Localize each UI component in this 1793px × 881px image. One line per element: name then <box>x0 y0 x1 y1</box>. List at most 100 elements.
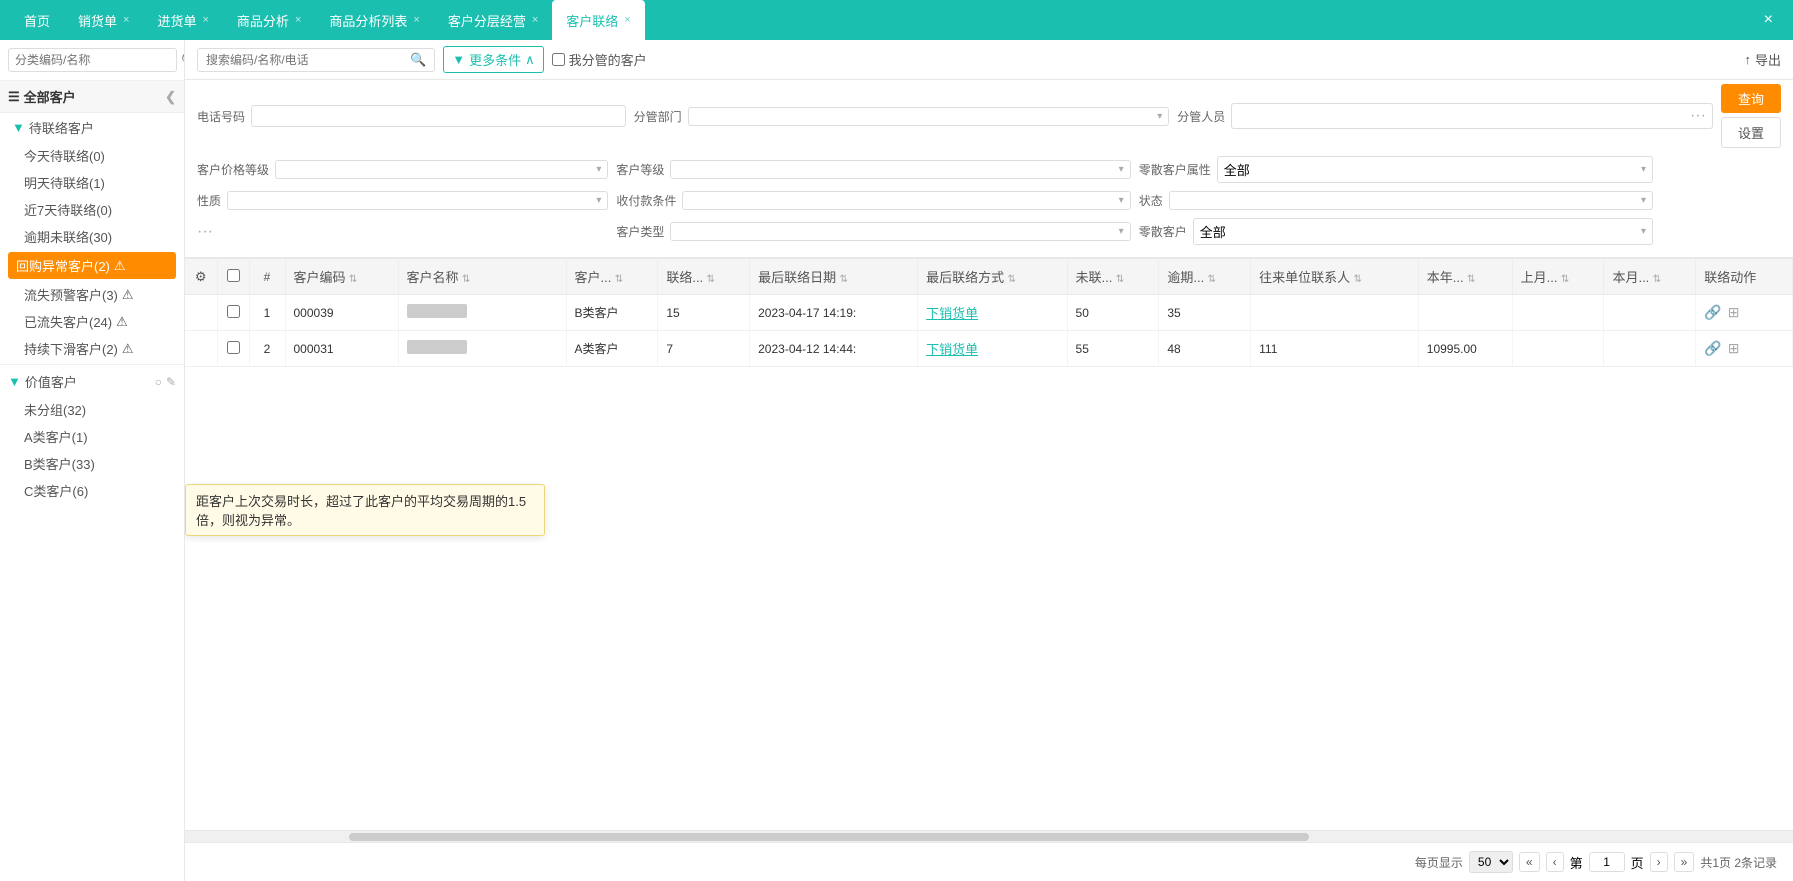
close-icon[interactable]: × <box>202 14 208 26</box>
close-icon[interactable]: × <box>295 14 301 26</box>
next-page-button[interactable]: › <box>1650 852 1668 872</box>
page-input[interactable] <box>1589 852 1625 872</box>
value-customer-group[interactable]: ▼ 价值客户 ○ ✎ <box>0 367 184 396</box>
sidebar-item-today[interactable]: 今天待联络(0) <box>0 142 184 169</box>
per-page-select[interactable]: 50 <box>1469 851 1513 873</box>
sidebar-item-7days[interactable]: 近7天待联络(0) <box>0 196 184 223</box>
more-icon[interactable]: ··· <box>1690 107 1706 125</box>
row2-name-masked <box>407 340 467 354</box>
all-customers-header[interactable]: ☰ 全部客户 ❮ <box>0 81 184 113</box>
chevron-down-icon: ▾ <box>1641 195 1646 206</box>
close-icon[interactable]: × <box>123 14 129 26</box>
row1-name <box>398 295 566 331</box>
table-header-row: ⚙ # 客户编码 ⇅ 客户名称 ⇅ <box>185 259 1793 295</box>
customer-grade-select[interactable]: ▾ <box>670 160 1130 179</box>
sidebar-item-continuous-down[interactable]: 持续下滑客户(2) ⚠ <box>0 335 184 362</box>
sidebar-item-tomorrow[interactable]: 明天待联络(1) <box>0 169 184 196</box>
sidebar-collapse-icon[interactable]: ❮ <box>165 89 176 105</box>
nav-tab-home[interactable]: 首页 <box>10 0 64 40</box>
payment-select[interactable]: ▾ <box>682 191 1130 210</box>
sidebar-item-lost[interactable]: 已流失客户(24) ⚠ <box>0 308 184 335</box>
col-num-header: # <box>249 259 285 295</box>
chevron-down-icon: ▾ <box>1641 164 1646 175</box>
row2-last-way-link[interactable]: 下销货单 <box>926 342 978 357</box>
pending-contact-group[interactable]: ▼ 待联络客户 <box>0 113 184 142</box>
row1-checkbox[interactable] <box>227 305 240 318</box>
first-page-button[interactable]: « <box>1519 852 1540 872</box>
sort-icon: ⇅ <box>839 274 847 285</box>
scatter-select[interactable]: 全部 ▾ <box>1193 218 1653 245</box>
col-last-contact-way-header[interactable]: 最后联络方式 ⇅ <box>918 259 1067 295</box>
prev-page-button[interactable]: ‹ <box>1546 852 1564 872</box>
close-icon[interactable]: × <box>413 14 419 26</box>
value-group-edit-icon[interactable]: ✎ <box>166 375 176 389</box>
customer-type-select[interactable]: ▾ <box>670 222 1130 241</box>
col-last-contact-date-header[interactable]: 最后联络日期 ⇅ <box>750 259 918 295</box>
price-grade-select[interactable]: ▾ <box>275 160 608 179</box>
nav-tab-customer-contact[interactable]: 客户联络 × <box>552 0 644 40</box>
last-page-button[interactable]: » <box>1674 852 1695 872</box>
nature-select[interactable]: ▾ <box>227 191 608 210</box>
col-contact-header[interactable]: 联络... ⇅ <box>658 259 750 295</box>
sidebar-item-repurchase-abnormal[interactable]: 回购异常客户(2) ⚠ <box>8 252 176 279</box>
row2-contact: 7 <box>658 331 750 367</box>
row1-grid-icon[interactable]: ⊞ <box>1728 304 1740 321</box>
col-last-month-header[interactable]: 上月... ⇅ <box>1512 259 1604 295</box>
export-button[interactable]: ↑ 导出 <box>1744 50 1781 69</box>
manager-select[interactable]: ··· <box>1231 103 1713 129</box>
row2-checkbox[interactable] <box>227 341 240 354</box>
scatter-attr-select[interactable]: 全部 ▾ <box>1217 156 1653 183</box>
table-area: ⚙ # 客户编码 ⇅ 客户名称 ⇅ <box>185 259 1793 830</box>
nav-tab-sales[interactable]: 销货单 × <box>64 0 143 40</box>
warning-icon: ⚠ <box>122 287 134 303</box>
search-input[interactable] <box>206 53 406 67</box>
sidebar-item-b-class[interactable]: B类客户(33) <box>0 450 184 477</box>
nav-tab-customer-tier[interactable]: 客户分层经营 × <box>434 0 552 40</box>
status-select[interactable]: ▾ <box>1169 191 1653 210</box>
col-type-header[interactable]: 客户... ⇅ <box>566 259 658 295</box>
horizontal-scrollbar[interactable] <box>185 830 1793 842</box>
settings-icon[interactable]: ⚙ <box>195 269 207 284</box>
sidebar-item-lost-pre[interactable]: 流失预警客户(3) ⚠ <box>0 281 184 308</box>
more-filter-button[interactable]: ▼ 更多条件 ∧ <box>443 46 543 73</box>
sidebar-item-a-class[interactable]: A类客户(1) <box>0 423 184 450</box>
dept-select[interactable]: ▾ <box>688 107 1170 126</box>
row2-grid-icon[interactable]: ⊞ <box>1728 340 1740 357</box>
close-icon[interactable]: × <box>624 14 630 26</box>
col-name-header[interactable]: 客户名称 ⇅ <box>398 259 566 295</box>
row1-check <box>217 295 249 331</box>
query-button[interactable]: 查询 <box>1721 84 1781 113</box>
sidebar-item-c-class[interactable]: C类客户(6) <box>0 477 184 504</box>
payment-label: 收付款条件 <box>616 192 676 209</box>
row1-link-icon[interactable]: 🔗 <box>1704 304 1721 321</box>
close-all-button[interactable]: × <box>1754 11 1783 29</box>
col-this-year-header[interactable]: 本年... ⇅ <box>1418 259 1512 295</box>
my-customer-checkbox[interactable] <box>552 53 565 66</box>
col-overdue-header[interactable]: 逾期... ⇅ <box>1159 259 1251 295</box>
row2-check <box>217 331 249 367</box>
value-group-circle-icon[interactable]: ○ <box>155 375 162 389</box>
nav-tab-purchase[interactable]: 进货单 × <box>143 0 222 40</box>
setting-button[interactable]: 设置 <box>1721 117 1781 148</box>
row1-contact: 15 <box>658 295 750 331</box>
nav-tab-product-list[interactable]: 商品分析列表 × <box>315 0 433 40</box>
col-uncontacted-header[interactable]: 未联... ⇅ <box>1067 259 1159 295</box>
search-icon[interactable]: 🔍 <box>410 52 426 68</box>
col-code-header[interactable]: 客户编码 ⇅ <box>285 259 398 295</box>
sidebar-search-input[interactable] <box>8 48 177 72</box>
row2-last-month <box>1512 331 1604 367</box>
row1-last-way-link[interactable]: 下销货单 <box>926 306 978 321</box>
nav-tab-product-analysis[interactable]: 商品分析 × <box>223 0 315 40</box>
sidebar-item-ungroup[interactable]: 未分组(32) <box>0 396 184 423</box>
phone-input[interactable] <box>251 105 626 127</box>
sidebar-item-overdue[interactable]: 逾期未联络(30) <box>0 223 184 250</box>
col-contact-person-header[interactable]: 往来单位联系人 ⇅ <box>1251 259 1419 295</box>
scroll-thumb[interactable] <box>349 833 1309 841</box>
close-icon[interactable]: × <box>532 14 538 26</box>
row2-link-icon[interactable]: 🔗 <box>1704 340 1721 357</box>
col-this-month-header[interactable]: 本月... ⇅ <box>1604 259 1696 295</box>
more-dots-icon[interactable]: ··· <box>197 223 213 241</box>
sidebar-search-area: 🔍 <box>0 40 184 81</box>
row1-overdue: 35 <box>1159 295 1251 331</box>
select-all-checkbox[interactable] <box>227 269 240 282</box>
